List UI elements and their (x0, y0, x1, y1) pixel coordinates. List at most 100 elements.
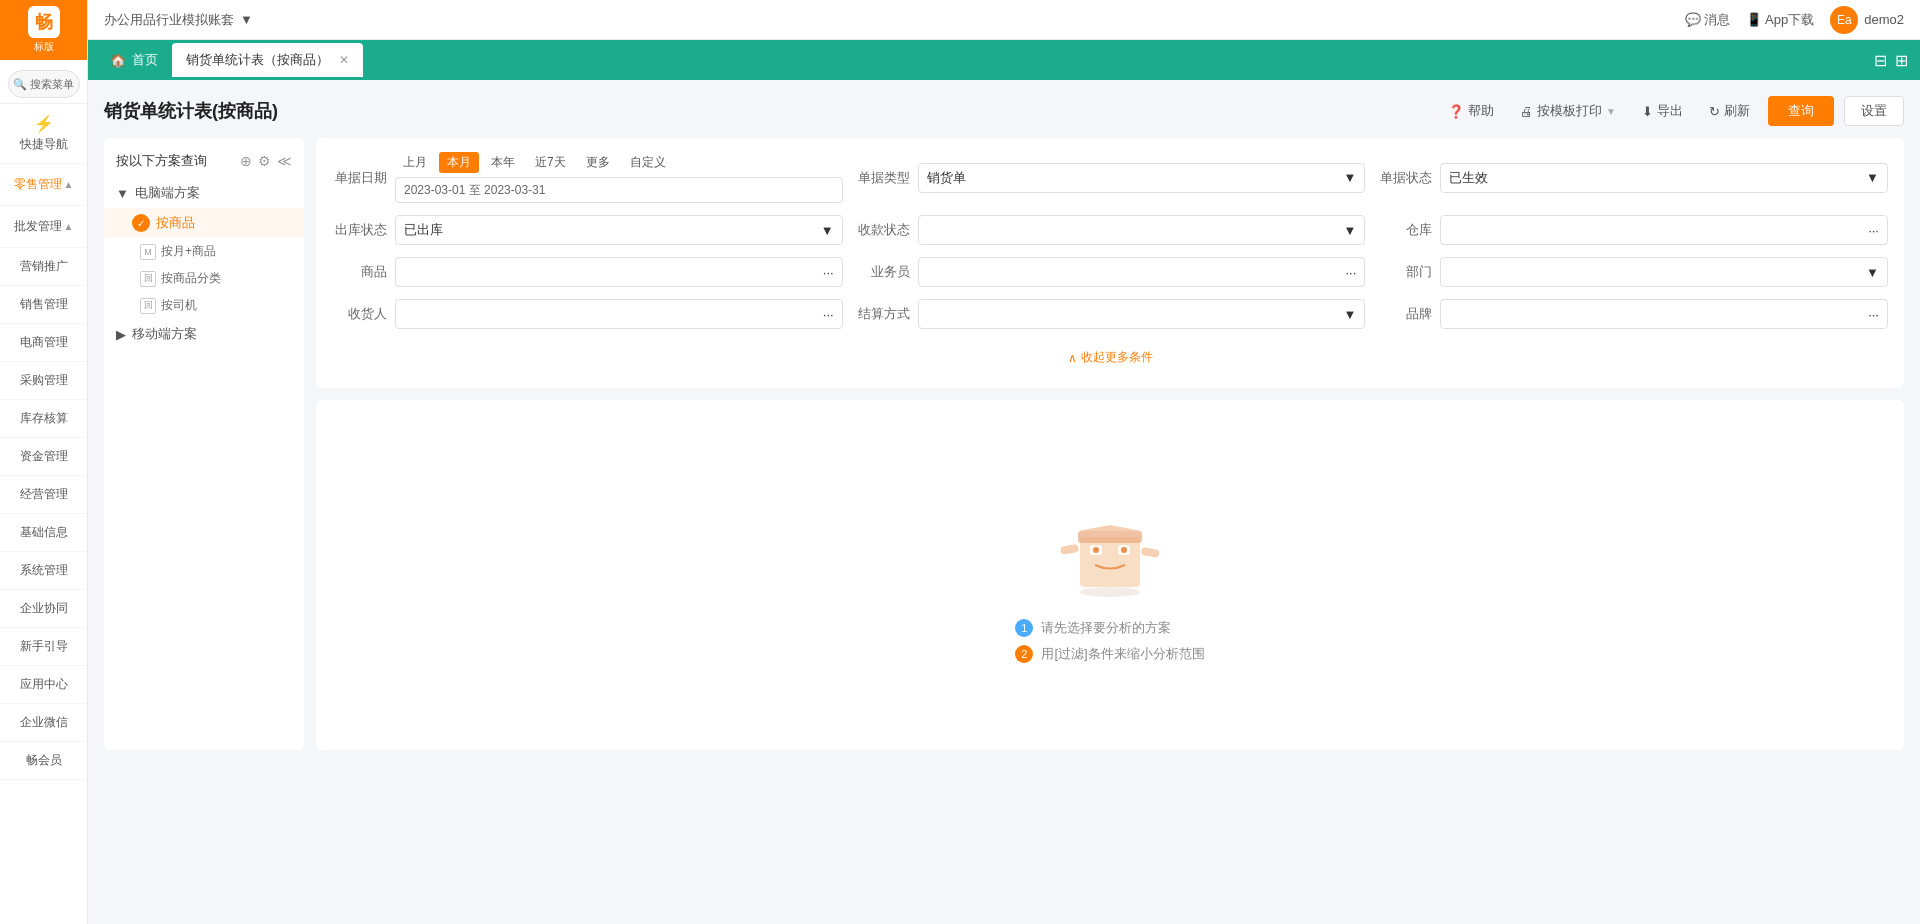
sidebar-item-purchase[interactable]: 采购管理 (0, 362, 88, 400)
tab-maximize-icon[interactable]: ⊞ (1895, 51, 1908, 70)
date-tag-more[interactable]: 更多 (578, 152, 618, 173)
export-button[interactable]: ⬇ 导出 (1634, 98, 1691, 124)
subitem-icon-monthly: M (140, 244, 156, 260)
doc-type-dropdown-icon: ▼ (1343, 170, 1356, 185)
export-icon: ⬇ (1642, 104, 1653, 119)
svg-rect-7 (1060, 544, 1079, 555)
svg-marker-2 (1078, 525, 1142, 531)
tab-close-button[interactable]: ✕ (339, 53, 349, 67)
collapse-icon: ∧ (1068, 351, 1077, 365)
sidebar-item-sales[interactable]: 销售管理 (0, 286, 88, 324)
settings-solution-icon[interactable]: ⚙ (258, 153, 271, 169)
messages-button[interactable]: 💬 消息 (1685, 11, 1730, 29)
page-title: 销货单统计表(按商品) (104, 99, 278, 123)
warehouse-select[interactable]: ··· (1440, 215, 1888, 245)
add-solution-icon[interactable]: ⊕ (240, 153, 252, 169)
help-icon: ❓ (1448, 104, 1464, 119)
solution-subitem-goods-category[interactable]: 回 按商品分类 (104, 265, 304, 292)
message-icon: 💬 (1685, 12, 1701, 27)
sidebar-item-wechat[interactable]: 企业微信 (0, 704, 88, 742)
filter-row-3: 商品 ··· 业务员 ··· (332, 257, 1888, 287)
pay-status-dropdown-icon: ▼ (1343, 223, 1356, 238)
print-button[interactable]: 🖨 按模板打印 ▼ (1512, 98, 1624, 124)
sidebar-item-system[interactable]: 系统管理 (0, 552, 88, 590)
page-title-bar: 销货单统计表(按商品) ❓ 帮助 🖨 按模板打印 ▼ ⬇ 导出 ↻ 刷新 (104, 96, 1904, 126)
sidebar-item-fund[interactable]: 资金管理 (0, 438, 88, 476)
doc-status-dropdown-icon: ▼ (1866, 170, 1879, 185)
solution-group-desktop-header[interactable]: ▼ 电脑端方案 (104, 178, 304, 208)
sidebar-item-stock[interactable]: 库存核算 (0, 400, 88, 438)
filter-warehouse-field: 仓库 ··· (1377, 215, 1888, 245)
settings-button[interactable]: 设置 (1844, 96, 1904, 126)
date-tag-last-month[interactable]: 上月 (395, 152, 435, 173)
solution-group-mobile-header[interactable]: ▶ 移动端方案 (104, 319, 304, 349)
tab-sales-stat[interactable]: 销货单统计表（按商品） ✕ (172, 43, 363, 77)
panel-header: 按以下方案查询 ⊕ ⚙ ≪ (104, 148, 304, 178)
date-tags: 上月 本月 本年 近7天 更多 自定义 (395, 152, 835, 173)
workspace-dropdown-icon[interactable]: ▼ (240, 12, 253, 27)
top-header: 办公用品行业模拟账套 ▼ 💬 消息 📱 App下载 Ea demo2 (88, 0, 1920, 40)
doc-status-select[interactable]: 已生效 ▼ (1440, 163, 1888, 193)
date-range-display[interactable]: 2023-03-01 至 2023-03-31 (395, 177, 843, 203)
receiver-more-icon: ··· (823, 307, 834, 322)
solution-item-by-goods[interactable]: ✓ 按商品 (104, 208, 304, 238)
salesperson-select[interactable]: ··· (918, 257, 1366, 287)
solution-group-mobile: ▶ 移动端方案 (104, 319, 304, 349)
sidebar-item-member[interactable]: 畅会员 (0, 742, 88, 780)
logo-icon: 畅 (28, 6, 60, 38)
date-tag-7days[interactable]: 近7天 (527, 152, 574, 173)
sidebar-item-quick[interactable]: ⚡ 快捷导航 (0, 104, 88, 164)
help-button[interactable]: ❓ 帮助 (1440, 98, 1502, 124)
dept-select[interactable]: ▼ (1440, 257, 1888, 287)
print-dropdown-icon: ▼ (1606, 106, 1616, 117)
brand-select[interactable]: ··· (1440, 299, 1888, 329)
query-filter-panel: 单据日期 上月 本月 本年 近7天 更多 自定义 20 (316, 138, 1904, 388)
filter-doctype-field: 单据类型 销货单 ▼ (855, 152, 1366, 203)
header-title-area: 办公用品行业模拟账套 ▼ (104, 11, 253, 29)
expand-icon: ▼ (116, 186, 129, 201)
sidebar-item-newuser[interactable]: 新手引导 (0, 628, 88, 666)
search-menu-button[interactable]: 🔍 搜索菜单 (8, 70, 80, 98)
solution-subitem-monthly-goods[interactable]: M 按月+商品 (104, 238, 304, 265)
sidebar-item-wholesale[interactable]: 批发管理 ▲ (0, 206, 88, 248)
sidebar-item-retail[interactable]: 零售管理 ▲ (0, 164, 88, 206)
subitem-icon-driver: 回 (140, 298, 156, 314)
query-button[interactable]: 查询 (1768, 96, 1834, 126)
user-profile[interactable]: Ea demo2 (1830, 6, 1904, 34)
filter-brand-field: 品牌 ··· (1377, 299, 1888, 329)
subitem-icon-category: 回 (140, 271, 156, 287)
avatar: Ea (1830, 6, 1858, 34)
date-tag-this-month[interactable]: 本月 (439, 152, 479, 173)
payment-select[interactable]: ▼ (918, 299, 1366, 329)
goods-select[interactable]: ··· (395, 257, 843, 287)
search-icon: 🔍 (13, 78, 27, 91)
pay-status-select[interactable]: ▼ (918, 215, 1366, 245)
tab-minimize-icon[interactable]: ⊟ (1874, 51, 1887, 70)
sidebar-search[interactable]: 🔍 搜索菜单 (0, 60, 87, 104)
sidebar-item-marketing[interactable]: 营销推广 (0, 248, 88, 286)
warehouse-more-icon: ··· (1868, 223, 1879, 238)
filter-row-1: 单据日期 上月 本月 本年 近7天 更多 自定义 20 (332, 152, 1888, 203)
out-status-select[interactable]: 已出库 ▼ (395, 215, 843, 245)
app-download-button[interactable]: 📱 App下载 (1746, 11, 1814, 29)
sidebar-item-corp[interactable]: 企业协同 (0, 590, 88, 628)
sidebar-item-ops[interactable]: 经营管理 (0, 476, 88, 514)
doc-type-select[interactable]: 销货单 ▼ (918, 163, 1366, 193)
receiver-select[interactable]: ··· (395, 299, 843, 329)
sidebar-item-basic[interactable]: 基础信息 (0, 514, 88, 552)
tip-number-2: 2 (1015, 645, 1033, 663)
brand-more-icon: ··· (1868, 307, 1879, 322)
svg-point-6 (1121, 547, 1127, 553)
sidebar-item-apps[interactable]: 应用中心 (0, 666, 88, 704)
out-status-dropdown-icon: ▼ (821, 223, 834, 238)
tab-home[interactable]: 🏠 首页 (96, 43, 172, 77)
refresh-button[interactable]: ↻ 刷新 (1701, 98, 1758, 124)
date-tag-this-year[interactable]: 本年 (483, 152, 523, 173)
collapse-panel-icon[interactable]: ≪ (277, 153, 292, 169)
collapse-conditions-button[interactable]: ∧ 收起更多条件 (332, 341, 1888, 374)
solution-subitem-by-driver[interactable]: 回 按司机 (104, 292, 304, 319)
sidebar-item-ecom[interactable]: 电商管理 (0, 324, 88, 362)
svg-point-5 (1093, 547, 1099, 553)
solution-active-icon: ✓ (132, 214, 150, 232)
date-tag-custom[interactable]: 自定义 (622, 152, 674, 173)
